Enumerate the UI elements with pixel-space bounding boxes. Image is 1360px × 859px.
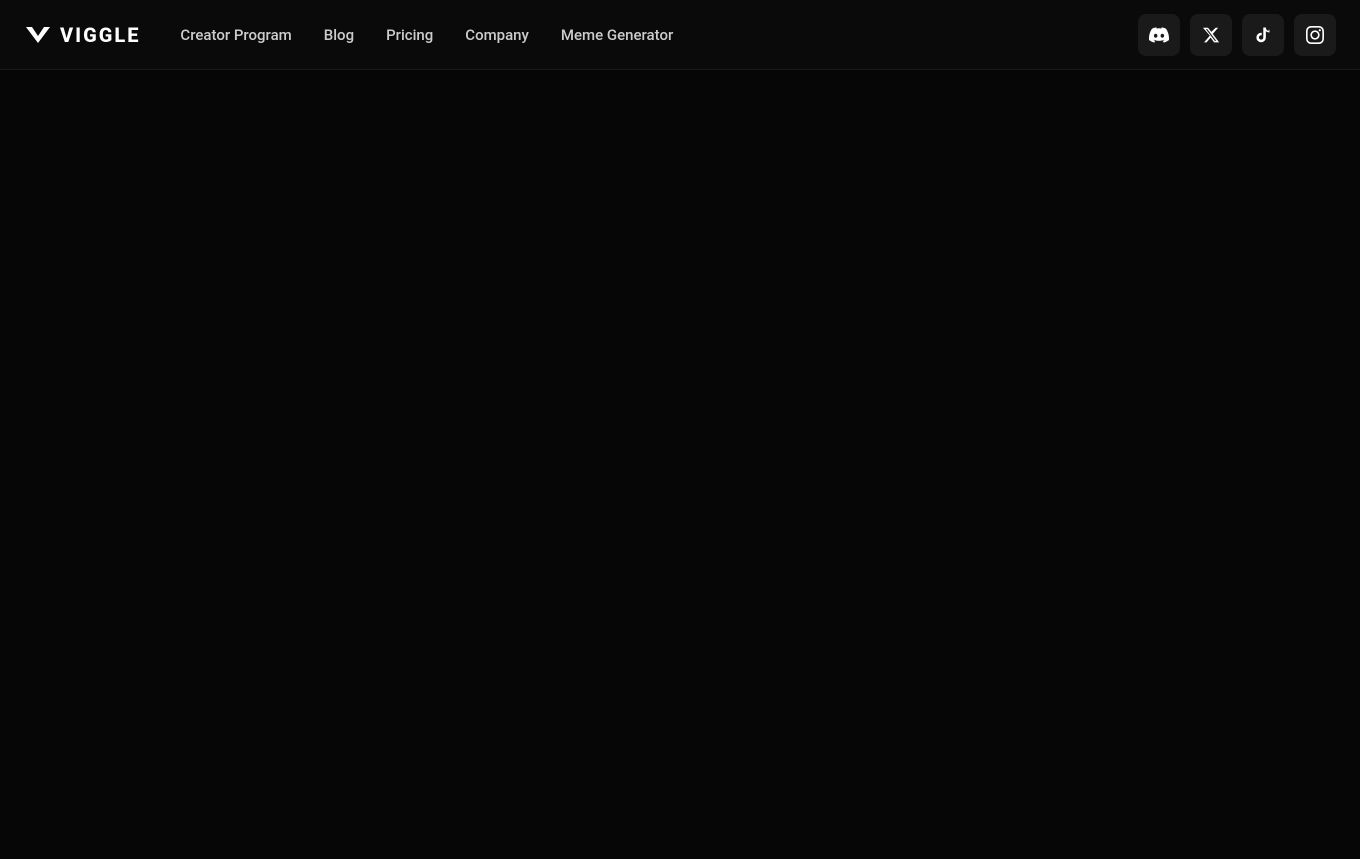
header-right: [1138, 14, 1336, 56]
main-content: [0, 70, 1360, 859]
twitter-icon: [1202, 26, 1220, 44]
viggle-v-icon: [24, 21, 52, 49]
main-nav: Creator Program Blog Pricing Company Mem…: [180, 26, 673, 44]
twitter-button[interactable]: [1190, 14, 1232, 56]
discord-icon: [1149, 25, 1169, 45]
nav-item-meme-generator[interactable]: Meme Generator: [561, 26, 673, 44]
discord-button[interactable]: [1138, 14, 1180, 56]
tiktok-button[interactable]: [1242, 14, 1284, 56]
header-left: VIGGLE Creator Program Blog Pricing Comp…: [24, 21, 673, 49]
logo[interactable]: VIGGLE: [24, 21, 140, 49]
site-header: VIGGLE Creator Program Blog Pricing Comp…: [0, 0, 1360, 70]
logo-text: VIGGLE: [60, 23, 140, 47]
instagram-button[interactable]: [1294, 14, 1336, 56]
nav-item-pricing[interactable]: Pricing: [386, 26, 433, 44]
nav-item-blog[interactable]: Blog: [324, 26, 354, 44]
tiktok-icon: [1254, 26, 1272, 44]
instagram-icon: [1306, 26, 1324, 44]
nav-item-company[interactable]: Company: [465, 26, 529, 44]
nav-item-creator-program[interactable]: Creator Program: [180, 26, 291, 44]
